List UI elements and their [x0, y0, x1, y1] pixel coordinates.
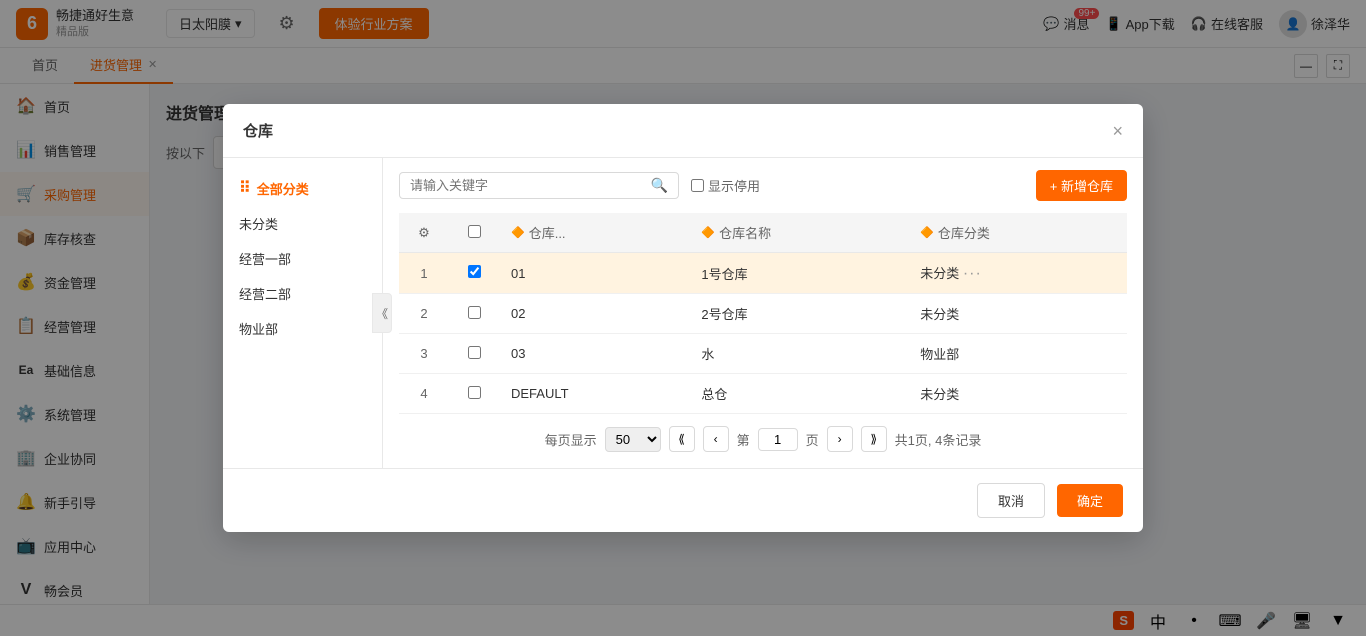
row-code: DEFAULT: [499, 374, 689, 414]
modal-body: ⠿ 全部分类 未分类 经营一部 经营二部 物业部 《 🔍: [223, 158, 1143, 468]
row-category: 物业部: [908, 334, 1127, 374]
sort-icon: 🔶: [511, 226, 525, 239]
category-property[interactable]: 物业部: [223, 311, 382, 346]
row-checkbox[interactable]: [449, 294, 499, 334]
row-index: 2: [399, 294, 449, 334]
table-header-row: ⚙ 🔶 仓库... 🔶: [399, 213, 1127, 253]
prev-page-button[interactable]: ‹: [703, 426, 729, 452]
modal-footer: 取消 确定: [223, 468, 1143, 532]
row-checkbox[interactable]: [449, 374, 499, 414]
row-name: 总仓: [689, 374, 908, 414]
modal-close-button[interactable]: ×: [1112, 122, 1123, 140]
collapse-panel-button[interactable]: 《: [372, 293, 392, 333]
show-disabled-label: 显示停用: [708, 176, 760, 195]
show-disabled-checkbox[interactable]: [691, 179, 704, 192]
table-panel: 🔍 显示停用 + 新增仓库 ⚙: [383, 158, 1143, 468]
col-settings: ⚙: [399, 213, 449, 253]
row-category: 未分类: [908, 374, 1127, 414]
col-checkbox: [449, 213, 499, 253]
table-row[interactable]: 3 03 水 物业部: [399, 334, 1127, 374]
per-page-label: 每页显示: [545, 430, 597, 449]
warehouse-modal: 仓库 × ⠿ 全部分类 未分类 经营一部 经营二部 物业部 《: [223, 104, 1143, 532]
col-code[interactable]: 🔶 仓库...: [499, 213, 689, 253]
row-name: 1号仓库: [689, 253, 908, 294]
table-row[interactable]: 1 01 1号仓库 未分类 ···: [399, 253, 1127, 294]
pagination: 每页显示 102050100 ⟪ ‹ 第 页 › ⟫ 共1页, 4条记录: [399, 414, 1127, 456]
row-index: 3: [399, 334, 449, 374]
total-label: 共1页, 4条记录: [895, 430, 982, 449]
category-ops2[interactable]: 经营二部: [223, 276, 382, 311]
modal-overlay: 仓库 × ⠿ 全部分类 未分类 经营一部 经营二部 物业部 《: [0, 0, 1366, 636]
category-ops1[interactable]: 经营一部: [223, 241, 382, 276]
more-options-button[interactable]: ···: [963, 265, 982, 282]
sort-icon: 🔶: [701, 226, 715, 239]
page-input[interactable]: [758, 428, 798, 451]
cancel-button[interactable]: 取消: [977, 483, 1045, 518]
row-code: 02: [499, 294, 689, 334]
row-code: 01: [499, 253, 689, 294]
row-code: 03: [499, 334, 689, 374]
col-name[interactable]: 🔶 仓库名称: [689, 213, 908, 253]
table-row[interactable]: 2 02 2号仓库 未分类: [399, 294, 1127, 334]
select-all-checkbox[interactable]: [468, 225, 481, 238]
next-page-button[interactable]: ›: [827, 426, 853, 452]
warehouse-table: ⚙ 🔶 仓库... 🔶: [399, 213, 1127, 414]
page-word: 第: [737, 430, 750, 449]
row-category: 未分类: [908, 294, 1127, 334]
category-panel: ⠿ 全部分类 未分类 经营一部 经营二部 物业部 《: [223, 158, 383, 468]
search-wrap: 🔍: [399, 172, 679, 199]
search-input[interactable]: [410, 178, 645, 193]
search-icon: 🔍: [651, 177, 668, 194]
confirm-button[interactable]: 确定: [1057, 484, 1123, 517]
modal-title: 仓库: [243, 120, 273, 141]
sort-icon: 🔶: [920, 226, 934, 239]
per-page-select[interactable]: 102050100: [605, 427, 661, 452]
row-name: 水: [689, 334, 908, 374]
row-name: 2号仓库: [689, 294, 908, 334]
first-page-button[interactable]: ⟪: [669, 426, 695, 452]
row-index: 1: [399, 253, 449, 294]
category-unclassified[interactable]: 未分类: [223, 206, 382, 241]
row-index: 4: [399, 374, 449, 414]
last-page-button[interactable]: ⟫: [861, 426, 887, 452]
table-toolbar: 🔍 显示停用 + 新增仓库: [399, 170, 1127, 201]
row-checkbox[interactable]: [449, 334, 499, 374]
new-warehouse-button[interactable]: + 新增仓库: [1036, 170, 1127, 201]
show-disabled-wrap: 显示停用: [691, 176, 760, 195]
row-checkbox[interactable]: [449, 253, 499, 294]
modal-header: 仓库 ×: [223, 104, 1143, 158]
data-table: ⚙ 🔶 仓库... 🔶: [399, 213, 1127, 414]
grid-icon: ⠿: [239, 178, 251, 198]
row-category: 未分类 ···: [908, 253, 1127, 294]
table-row[interactable]: 4 DEFAULT 总仓 未分类: [399, 374, 1127, 414]
page-label: 页: [806, 430, 819, 449]
category-all[interactable]: ⠿ 全部分类: [223, 170, 382, 206]
col-category[interactable]: 🔶 仓库分类: [908, 213, 1127, 253]
